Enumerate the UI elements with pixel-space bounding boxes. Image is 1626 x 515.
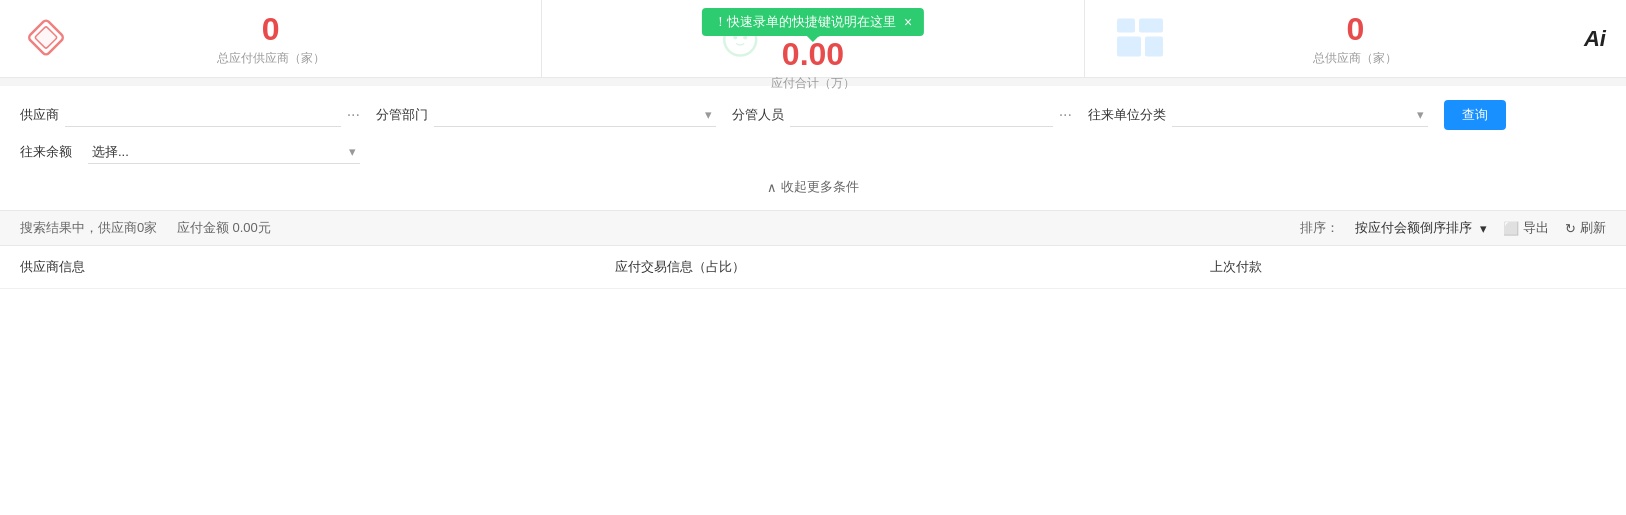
export-icon: ⬜ (1503, 221, 1519, 236)
stat-payable-suppliers: 0 总应付供应商（家） (0, 0, 542, 77)
result-text: 搜索结果中，供应商0家 (20, 220, 157, 235)
sort-chevron-icon: ▾ (1480, 221, 1487, 236)
col-last-payment-header: 上次付款 (1210, 258, 1607, 276)
department-select[interactable] (434, 103, 716, 126)
payable-suppliers-label: 总应付供应商（家） (217, 50, 325, 67)
tooltip-close-button[interactable]: × (904, 15, 912, 29)
filter-row-1: 供应商 ··· 分管部门 ▾ 分管人员 ··· 往来单位分类 (20, 100, 1606, 130)
sort-option-text: 按应付会额倒序排序 (1355, 219, 1472, 237)
balance-label: 往来余额 (20, 143, 72, 161)
stats-bar: 0 总应付供应商（家） ！快速录单的快捷键说明在这里 × 0.00 应付合计（万… (0, 0, 1626, 78)
query-button[interactable]: 查询 (1444, 100, 1506, 130)
collapse-chevron-icon: ∧ (767, 180, 777, 195)
total-suppliers-number: 0 (1346, 10, 1364, 48)
supplier-input[interactable] (65, 103, 341, 127)
department-select-wrapper[interactable]: ▾ (434, 103, 716, 127)
unit-category-select[interactable] (1172, 103, 1428, 126)
supplier-label: 供应商 (20, 106, 59, 124)
refresh-label: 刷新 (1580, 219, 1606, 237)
svg-rect-5 (1117, 18, 1135, 32)
department-label: 分管部门 (376, 106, 428, 124)
refresh-button[interactable]: ↻ 刷新 (1565, 219, 1606, 237)
table-header: 供应商信息 应付交易信息（占比） 上次付款 (0, 246, 1626, 289)
svg-rect-8 (1145, 36, 1163, 56)
unit-category-select-wrapper[interactable]: ▾ (1172, 103, 1428, 127)
stat-total-suppliers: 0 总供应商（家） Ai (1085, 0, 1626, 77)
result-actions: 排序： 按应付会额倒序排序 ▾ ⬜ 导出 ↻ 刷新 (1300, 219, 1606, 237)
payable-total-label: 应付合计（万） (771, 75, 855, 92)
col-transaction-header: 应付交易信息（占比） (615, 258, 1210, 276)
person-label: 分管人员 (732, 106, 784, 124)
col-supplier-header: 供应商信息 (20, 258, 615, 276)
svg-rect-7 (1117, 36, 1141, 56)
tooltip-text: ！快速录单的快捷键说明在这里 (714, 13, 896, 31)
filter-person: 分管人员 ··· (732, 103, 1072, 127)
unit-category-label: 往来单位分类 (1088, 106, 1166, 124)
total-suppliers-label: 总供应商（家） (1313, 50, 1397, 67)
person-input[interactable] (790, 103, 1053, 127)
filter-department: 分管部门 ▾ (376, 103, 716, 127)
person-dots-button[interactable]: ··· (1059, 106, 1072, 124)
supplier-dots-button[interactable]: ··· (347, 106, 360, 124)
result-bar: 搜索结果中，供应商0家 应付金额 0.00元 排序： 按应付会额倒序排序 ▾ ⬜… (0, 211, 1626, 246)
filter-bar: 供应商 ··· 分管部门 ▾ 分管人员 ··· 往来单位分类 (0, 86, 1626, 211)
svg-rect-1 (35, 26, 58, 49)
refresh-icon: ↻ (1565, 221, 1576, 236)
sort-label: 排序： (1300, 219, 1339, 237)
payable-suppliers-number: 0 (262, 10, 280, 48)
export-label: 导出 (1523, 219, 1549, 237)
balance-select-wrapper[interactable]: 选择... ▾ (88, 140, 360, 164)
collapse-label: 收起更多条件 (781, 178, 859, 196)
stat-payable-total: ！快速录单的快捷键说明在这里 × 0.00 应付合计（万） (542, 0, 1084, 77)
filter-unit-category: 往来单位分类 ▾ (1088, 103, 1428, 127)
collapse-button[interactable]: ∧ 收起更多条件 (20, 174, 1606, 200)
content-area (0, 289, 1626, 515)
grid-icon (1115, 16, 1165, 61)
diamond-icon (20, 11, 72, 66)
filter-supplier: 供应商 ··· (20, 103, 360, 127)
tooltip-bubble: ！快速录单的快捷键说明在这里 × (702, 8, 924, 36)
result-amount: 应付金额 0.00元 (177, 220, 271, 235)
balance-select[interactable]: 选择... (88, 140, 360, 163)
export-button[interactable]: ⬜ 导出 (1503, 219, 1549, 237)
svg-rect-6 (1139, 18, 1163, 32)
filter-row-2: 往来余额 选择... ▾ (20, 140, 360, 164)
sort-select-wrapper[interactable]: 按应付会额倒序排序 ▾ (1355, 219, 1487, 237)
result-summary: 搜索结果中，供应商0家 应付金额 0.00元 (20, 219, 271, 237)
ai-badge: Ai (1584, 26, 1606, 52)
